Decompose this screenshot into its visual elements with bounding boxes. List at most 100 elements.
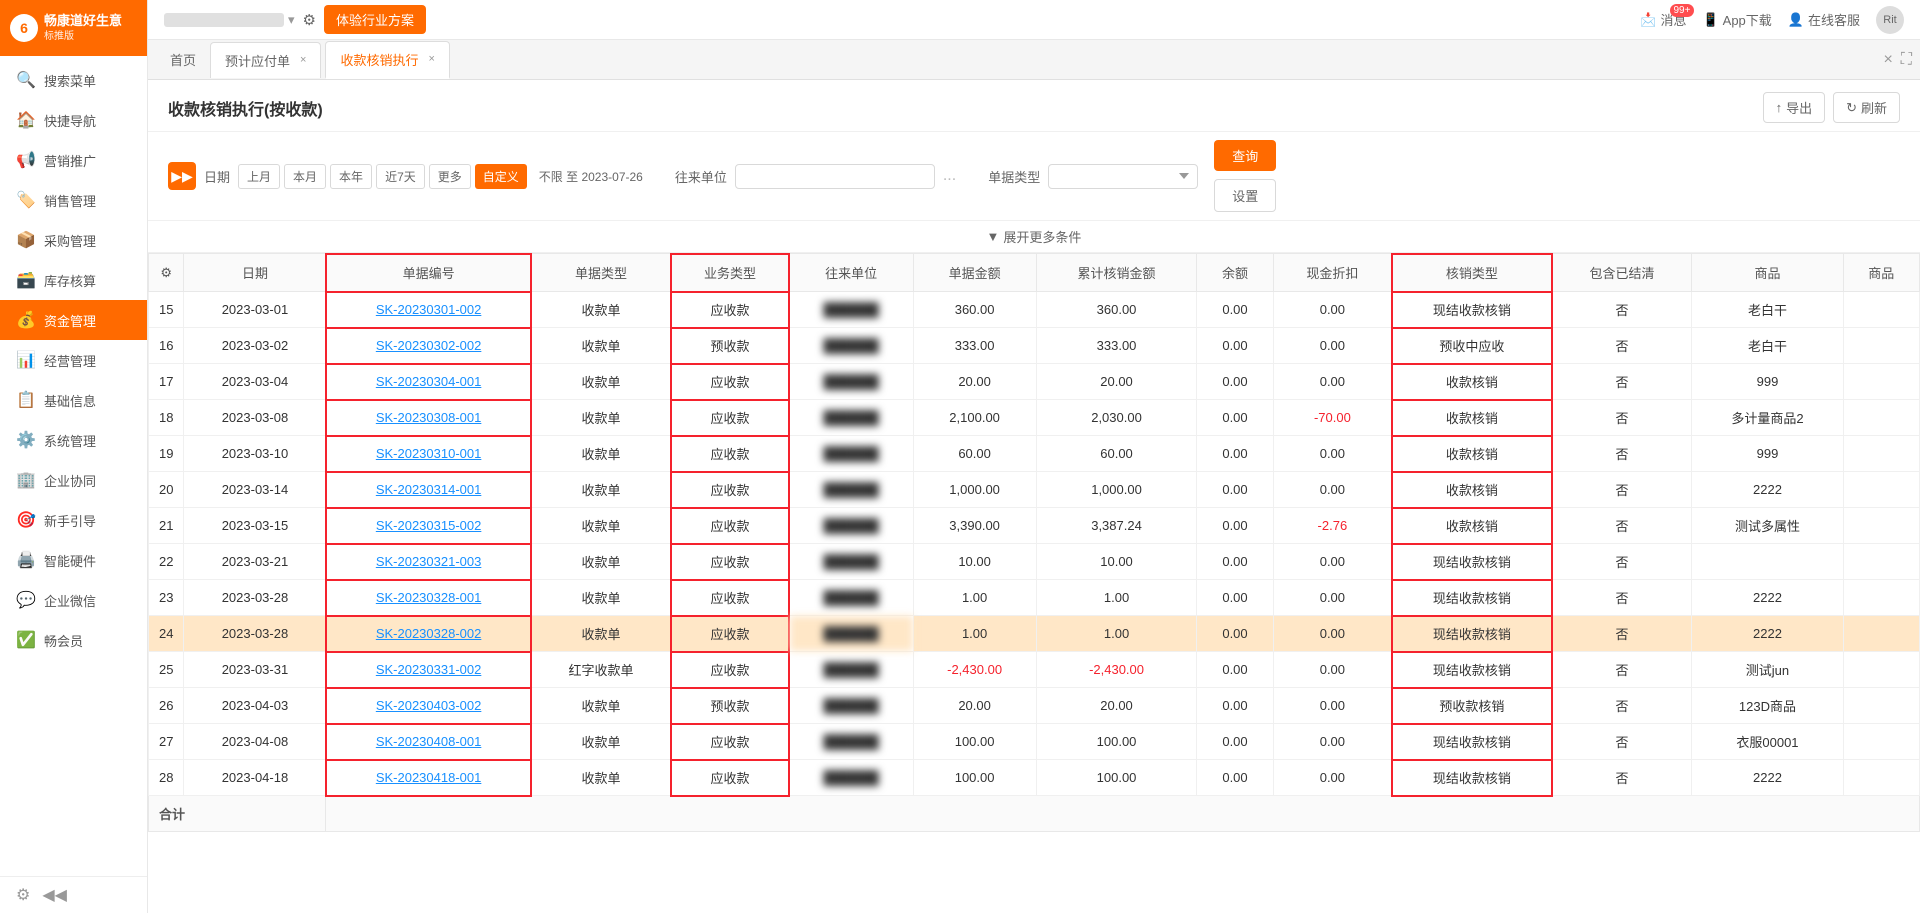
- message-button[interactable]: 📩 消息 99+: [1640, 10, 1686, 29]
- page-header: 收款核销执行(按收款) ↑ 导出 ↻ 刷新: [148, 80, 1920, 132]
- table-header-row: ⚙ 日期 单据编号 单据类型 业务类型 往来单位 单据金额 累计核销金额 余额 …: [149, 254, 1920, 292]
- table-row[interactable]: 24 2023-03-28 SK-20230328-002 收款单 应收款 ██…: [149, 616, 1920, 652]
- cell-bill-no[interactable]: SK-20230310-001: [326, 436, 531, 472]
- sidebar-item-finance[interactable]: 💰 资金管理: [0, 300, 147, 340]
- cell-balance: 0.00: [1197, 580, 1273, 616]
- table-row[interactable]: 26 2023-04-03 SK-20230403-002 收款单 预收款 ██…: [149, 688, 1920, 724]
- topbar-gear-icon[interactable]: ⚙: [303, 11, 316, 29]
- cell-bill-no[interactable]: SK-20230308-001: [326, 400, 531, 436]
- cell-verified: 100.00: [1036, 760, 1197, 796]
- partner-more-icon[interactable]: ...: [943, 167, 956, 185]
- maximize-icon[interactable]: ⛶: [1901, 51, 1912, 69]
- last-month-button[interactable]: 上月: [238, 164, 280, 189]
- tab-receipt[interactable]: 收款核销执行 ×: [325, 41, 449, 79]
- cell-bill-no[interactable]: SK-20230315-002: [326, 508, 531, 544]
- cell-goods2: [1843, 652, 1919, 688]
- table-row[interactable]: 23 2023-03-28 SK-20230328-001 收款单 应收款 ██…: [149, 580, 1920, 616]
- cell-partner: ██████: [789, 508, 913, 544]
- collapse-icon[interactable]: ◀◀: [42, 885, 67, 905]
- cell-goods2: [1843, 328, 1919, 364]
- cell-goods2: [1843, 760, 1919, 796]
- cell-verify-type: 预收款核销: [1392, 688, 1553, 724]
- sidebar-item-basic[interactable]: 📋 基础信息: [0, 380, 147, 420]
- sidebar-item-guide[interactable]: 🎯 新手引导: [0, 500, 147, 540]
- close-all-tabs-icon[interactable]: ×: [1883, 51, 1892, 69]
- sidebar-item-operations[interactable]: 📊 经营管理: [0, 340, 147, 380]
- more-date-button[interactable]: 更多: [429, 164, 471, 189]
- cell-bill-no[interactable]: SK-20230304-001: [326, 364, 531, 400]
- expand-more-conditions[interactable]: ▼ 展开更多条件: [148, 221, 1920, 253]
- sidebar-item-system[interactable]: ⚙️ 系统管理: [0, 420, 147, 460]
- cell-bill-no[interactable]: SK-20230408-001: [326, 724, 531, 760]
- table-row[interactable]: 20 2023-03-14 SK-20230314-001 收款单 应收款 ██…: [149, 472, 1920, 508]
- sidebar-item-wechat[interactable]: 💬 企业微信: [0, 580, 147, 620]
- table-row[interactable]: 21 2023-03-15 SK-20230315-002 收款单 应收款 ██…: [149, 508, 1920, 544]
- query-button[interactable]: 查询: [1214, 140, 1276, 171]
- cell-amount: 3,390.00: [913, 508, 1036, 544]
- close-receipt-tab-icon[interactable]: ×: [428, 53, 434, 65]
- custom-date-button[interactable]: 自定义: [475, 164, 527, 189]
- cell-bill-no[interactable]: SK-20230328-001: [326, 580, 531, 616]
- cell-verified: 20.00: [1036, 688, 1197, 724]
- sidebar-item-sales[interactable]: 🏷️ 销售管理: [0, 180, 147, 220]
- sidebar-item-purchase[interactable]: 📦 采购管理: [0, 220, 147, 260]
- app-download-button[interactable]: 📱 App下载: [1702, 10, 1771, 29]
- cell-verify-type: 现结收款核销: [1392, 292, 1553, 328]
- cell-balance: 0.00: [1197, 688, 1273, 724]
- col-amount: 单据金额: [913, 254, 1036, 292]
- cell-bill-no[interactable]: SK-20230328-002: [326, 616, 531, 652]
- cell-cleared: 否: [1552, 688, 1692, 724]
- table-row[interactable]: 22 2023-03-21 SK-20230321-003 收款单 应收款 ██…: [149, 544, 1920, 580]
- cell-bill-no[interactable]: SK-20230314-001: [326, 472, 531, 508]
- sidebar-item-hardware[interactable]: 🖨️ 智能硬件: [0, 540, 147, 580]
- sidebar-item-quicknav[interactable]: 🏠 快捷导航: [0, 100, 147, 140]
- user-avatar[interactable]: Rit: [1876, 6, 1904, 34]
- refresh-button[interactable]: ↻ 刷新: [1833, 92, 1900, 123]
- expand-filter-button[interactable]: ▶▶: [168, 162, 196, 190]
- sidebar-item-inventory[interactable]: 🗃️ 库存核算: [0, 260, 147, 300]
- cell-bill-no[interactable]: SK-20230331-002: [326, 652, 531, 688]
- operations-icon: 📊: [16, 350, 36, 370]
- cell-bill-no[interactable]: SK-20230321-003: [326, 544, 531, 580]
- sidebar-item-search[interactable]: 🔍 搜索菜单: [0, 60, 147, 100]
- table-row[interactable]: 18 2023-03-08 SK-20230308-001 收款单 应收款 ██…: [149, 400, 1920, 436]
- settings-icon[interactable]: ⚙: [16, 885, 30, 905]
- cell-cleared: 否: [1552, 544, 1692, 580]
- col-settings[interactable]: ⚙: [149, 254, 184, 292]
- service-button[interactable]: 👤 在线客服: [1788, 10, 1860, 29]
- cell-discount: 0.00: [1273, 760, 1391, 796]
- close-prepay-tab-icon[interactable]: ×: [300, 54, 306, 66]
- last-7-days-button[interactable]: 近7天: [376, 164, 425, 189]
- cell-bill-no[interactable]: SK-20230418-001: [326, 760, 531, 796]
- cell-bill-no[interactable]: SK-20230301-002: [326, 292, 531, 328]
- setting-button[interactable]: 设置: [1214, 179, 1276, 212]
- table-row[interactable]: 15 2023-03-01 SK-20230301-002 收款单 应收款 ██…: [149, 292, 1920, 328]
- tab-home[interactable]: 首页: [156, 42, 210, 77]
- cell-bill-type: 收款单: [531, 364, 671, 400]
- bill-type-select[interactable]: [1048, 164, 1198, 189]
- export-button[interactable]: ↑ 导出: [1763, 92, 1826, 123]
- tab-prepay[interactable]: 预计应付单 ×: [210, 42, 321, 78]
- cell-bill-no[interactable]: SK-20230302-002: [326, 328, 531, 364]
- table-row[interactable]: 27 2023-04-08 SK-20230408-001 收款单 应收款 ██…: [149, 724, 1920, 760]
- cell-balance: 0.00: [1197, 364, 1273, 400]
- sidebar-item-enterprise[interactable]: 🏢 企业协同: [0, 460, 147, 500]
- table-row[interactable]: 25 2023-03-31 SK-20230331-002 红字收款单 应收款 …: [149, 652, 1920, 688]
- cell-num: 26: [149, 688, 184, 724]
- solution-button[interactable]: 体验行业方案: [324, 5, 426, 34]
- this-year-button[interactable]: 本年: [330, 164, 372, 189]
- topbar-dropdown[interactable]: ▾: [164, 12, 295, 28]
- logo-icon: 6: [10, 14, 38, 42]
- cell-bill-no[interactable]: SK-20230403-002: [326, 688, 531, 724]
- this-month-button[interactable]: 本月: [284, 164, 326, 189]
- cell-verified: 2,030.00: [1036, 400, 1197, 436]
- partner-input[interactable]: [735, 164, 935, 189]
- sidebar-item-member[interactable]: ✅ 畅会员: [0, 620, 147, 660]
- table-row[interactable]: 19 2023-03-10 SK-20230310-001 收款单 应收款 ██…: [149, 436, 1920, 472]
- table-row[interactable]: 28 2023-04-18 SK-20230418-001 收款单 应收款 ██…: [149, 760, 1920, 796]
- sidebar-item-marketing[interactable]: 📢 营销推广: [0, 140, 147, 180]
- data-table-wrapper[interactable]: ⚙ 日期 单据编号 单据类型 业务类型 往来单位 单据金额 累计核销金额 余额 …: [148, 253, 1920, 913]
- table-row[interactable]: 16 2023-03-02 SK-20230302-002 收款单 预收款 ██…: [149, 328, 1920, 364]
- cell-cleared: 否: [1552, 292, 1692, 328]
- table-row[interactable]: 17 2023-03-04 SK-20230304-001 收款单 应收款 ██…: [149, 364, 1920, 400]
